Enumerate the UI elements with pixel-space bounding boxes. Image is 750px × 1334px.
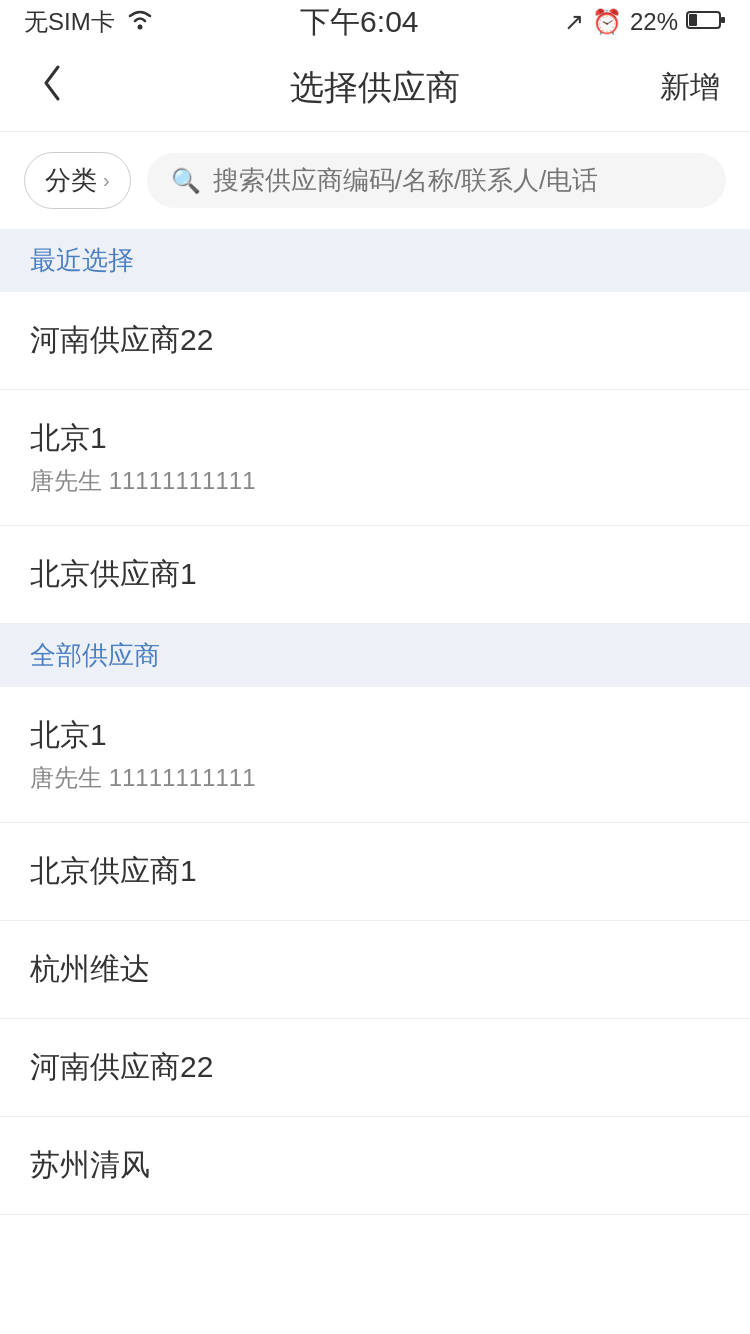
all-section-label: 全部供应商 [30, 640, 160, 670]
list-item[interactable]: 北京供应商1 [0, 823, 750, 921]
battery-icon [686, 8, 726, 36]
status-right: ↗ ⏰ 22% [564, 8, 726, 36]
alarm-icon: ⏰ [592, 8, 622, 36]
all-items-list: 北京1 唐先生 11111111111 北京供应商1 杭州维达河南供应商22 苏州清风 [0, 687, 750, 1215]
category-button[interactable]: 分类 › [24, 152, 131, 209]
item-name: 河南供应商22 [30, 320, 720, 361]
list-item[interactable]: 北京1 唐先生 11111111111 [0, 687, 750, 823]
status-bar: 无SIM卡 下午6:04 ↗ ⏰ 22% [0, 0, 750, 44]
item-name: 北京1 [30, 715, 720, 756]
list-item[interactable]: 杭州维达 [0, 921, 750, 1019]
recent-items-list: 河南供应商22 北京1 唐先生 11111111111 北京供应商1 [0, 292, 750, 624]
no-sim-label: 无SIM卡 [24, 6, 115, 38]
search-box[interactable]: 🔍 [147, 153, 726, 208]
status-left: 无SIM卡 [24, 6, 155, 38]
item-name: 北京供应商1 [30, 851, 720, 892]
wifi-icon [125, 8, 155, 36]
category-label: 分类 [45, 163, 97, 198]
recent-section-label: 最近选择 [30, 245, 134, 275]
item-name: 北京1 [30, 418, 720, 459]
list-item[interactable]: 河南供应商22 [0, 292, 750, 390]
list-item[interactable]: 北京供应商1 [0, 526, 750, 624]
svg-rect-2 [689, 14, 697, 26]
item-name: 杭州维达 [30, 949, 720, 990]
list-item[interactable]: 北京1 唐先生 11111111111 [0, 390, 750, 526]
all-section-header: 全部供应商 [0, 624, 750, 687]
item-name: 北京供应商1 [30, 554, 720, 595]
page-title: 选择供应商 [290, 65, 460, 111]
back-button[interactable] [30, 53, 74, 122]
item-name: 河南供应商22 [30, 1047, 720, 1088]
chevron-right-icon: › [103, 169, 110, 192]
search-row: 分类 › 🔍 [0, 132, 750, 229]
search-icon: 🔍 [171, 167, 201, 195]
item-sub: 唐先生 11111111111 [30, 762, 720, 794]
search-input[interactable] [213, 165, 702, 196]
list-item[interactable]: 河南供应商22 [0, 1019, 750, 1117]
recent-section-header: 最近选择 [0, 229, 750, 292]
battery-label: 22% [630, 8, 678, 36]
svg-point-0 [137, 25, 142, 30]
item-sub: 唐先生 11111111111 [30, 465, 720, 497]
add-button[interactable]: 新增 [660, 67, 720, 108]
list-item[interactable]: 苏州清风 [0, 1117, 750, 1215]
location-icon: ↗ [564, 8, 584, 36]
nav-bar: 选择供应商 新增 [0, 44, 750, 132]
status-time: 下午6:04 [300, 2, 418, 43]
item-name: 苏州清风 [30, 1145, 720, 1186]
svg-rect-3 [721, 17, 725, 23]
